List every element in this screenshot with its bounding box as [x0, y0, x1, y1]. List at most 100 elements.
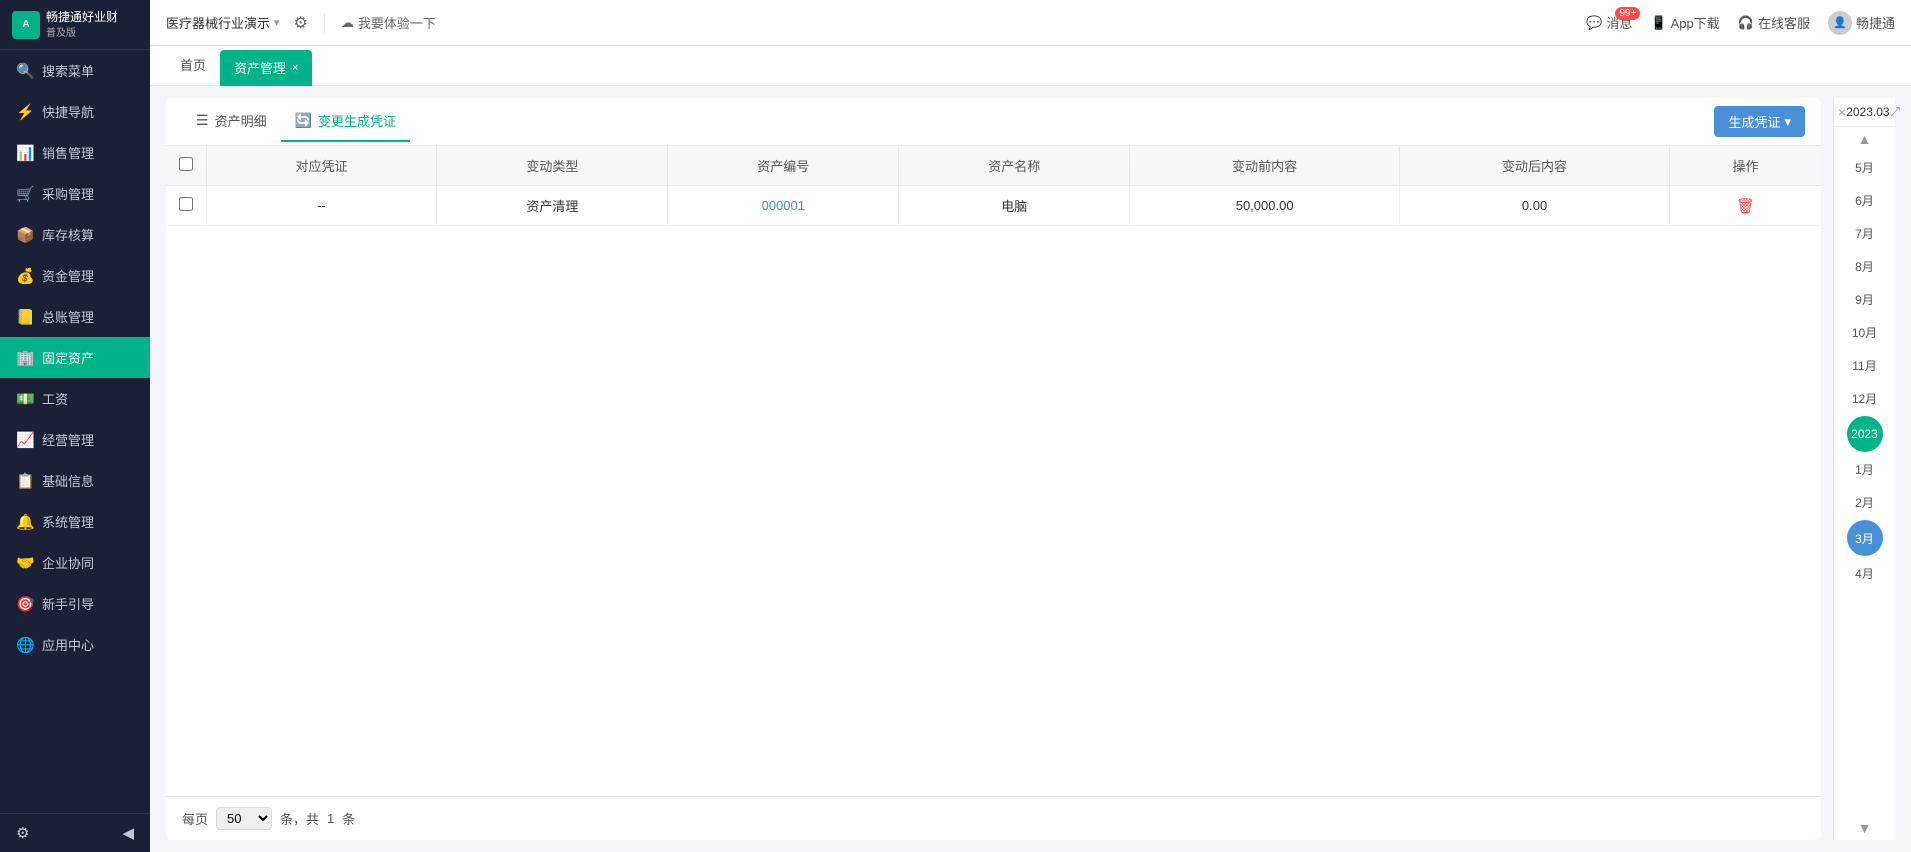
table-footer: 每页 10 20 50 100 条，共 1 条	[166, 796, 1821, 840]
table-container: 对应凭证 变动类型 资产编号 资产名称 变动前内容 变动后内容 操作 -- 资产…	[166, 146, 1821, 796]
header-after-change: 变动后内容	[1400, 146, 1670, 186]
tab-asset-detail[interactable]: ☰ 资产明细	[182, 101, 281, 142]
select-all-checkbox[interactable]	[179, 157, 193, 171]
sidebar-item-guide[interactable]: 🎯新手引导	[0, 583, 150, 624]
sidebar-item-sales[interactable]: 📊销售管理	[0, 132, 150, 173]
sidebar-icon-enterprise: 🤝	[16, 554, 34, 572]
topbar-divider	[324, 13, 325, 33]
sidebar-icon-quick-nav: ⚡	[16, 103, 34, 121]
topbar-right: 💬 消息 99+ 📱 App下载 🎧 在线客服 👤 畅捷通	[1586, 11, 1895, 35]
calendar-month-1月[interactable]: 1月	[1838, 454, 1891, 485]
sidebar-item-purchase[interactable]: 🛒采购管理	[0, 173, 150, 214]
calendar-month-10月[interactable]: 10月	[1838, 317, 1891, 348]
table-body: -- 资产清理 000001 电脑 50,000.00 0.00 🗑	[166, 186, 1821, 226]
tab-change-voucher[interactable]: 🔄 变更生成凭证	[281, 101, 410, 142]
calendar-month-3月[interactable]: 3月	[1847, 520, 1883, 556]
calendar-month-6月[interactable]: 6月	[1838, 185, 1891, 216]
sidebar-label-purchase: 采购管理	[42, 184, 94, 203]
collapse-icon[interactable]: ◀	[122, 824, 134, 842]
sub-tabs-row: ☰ 资产明细 🔄 变更生成凭证 生成凭证 ▾	[166, 98, 1821, 146]
calendar-month-8月[interactable]: 8月	[1838, 251, 1891, 282]
sidebar-item-app-center[interactable]: 🌐应用中心	[0, 624, 150, 665]
calendar-month-4月[interactable]: 4月	[1838, 558, 1891, 589]
sidebar-nav: 🔍搜索菜单 ⚡ 快捷导航 📊销售管理🛒采购管理📦库存核算 💰 资金管理 📒总账管理🏢固定资产…	[0, 50, 150, 813]
sidebar-item-inventory[interactable]: 📦库存核算	[0, 214, 150, 255]
per-page-label: 每页	[182, 809, 208, 828]
header-change-type: 变动类型	[437, 146, 668, 186]
row-operation: 🗑	[1670, 186, 1822, 226]
calendar-month-11月[interactable]: 11月	[1838, 350, 1891, 381]
messages-button[interactable]: 💬 消息 99+	[1586, 13, 1632, 32]
calendar-month-12月[interactable]: 12月	[1838, 383, 1891, 414]
sidebar-item-finance[interactable]: 💰 资金管理	[0, 255, 150, 296]
tab-close-icon[interactable]: ×	[292, 62, 298, 74]
sidebar-item-payroll[interactable]: 💵工资	[0, 378, 150, 419]
sidebar-icon-finance: 💰	[16, 267, 34, 285]
row-asset-code: 000001	[668, 186, 899, 226]
header-before-change: 变动前内容	[1130, 146, 1400, 186]
user-menu[interactable]: 👤 畅捷通	[1828, 11, 1895, 35]
sidebar-item-enterprise[interactable]: 🤝 企业协同	[0, 542, 150, 583]
row-asset-name: 电脑	[899, 186, 1130, 226]
experience-label: 我要体验一下	[358, 13, 436, 32]
sidebar-label-quick-nav: 快捷导航	[42, 102, 94, 121]
calendar-up-button[interactable]: ▲	[1858, 131, 1872, 147]
sidebar-item-operations[interactable]: 📈经营管理	[0, 419, 150, 460]
calendar-close-icon[interactable]: ×	[1838, 104, 1846, 120]
page-size-select[interactable]: 10 20 50 100	[216, 807, 272, 830]
sidebar-icon-sales: 📊	[16, 144, 34, 162]
app-download-button[interactable]: 📱 App下载	[1650, 13, 1719, 32]
sidebar-item-system[interactable]: 🔔系统管理	[0, 501, 150, 542]
calendar-month-5月[interactable]: 5月	[1838, 152, 1891, 183]
change-voucher-icon: 🔄	[295, 112, 312, 129]
header-operation: 操作	[1670, 146, 1822, 186]
user-label: 畅捷通	[1856, 13, 1895, 32]
sidebar-label-ledger: 总账管理	[42, 307, 94, 326]
calendar-month-7月[interactable]: 7月	[1838, 218, 1891, 249]
row-before-change: 50,000.00	[1130, 186, 1400, 226]
tab-home[interactable]: 首页	[166, 46, 220, 86]
generate-dropdown-icon: ▾	[1784, 114, 1791, 130]
calendar-month-9月[interactable]: 9月	[1838, 284, 1891, 315]
tab-asset-management[interactable]: 资产管理 ×	[220, 50, 312, 86]
calendar-panel: × 2023.03 ⤢ ▲ 5月6月7月8月9月10月11月12月20231月2…	[1833, 98, 1895, 840]
table-header-row: 对应凭证 变动类型 资产编号 资产名称 变动前内容 变动后内容 操作	[166, 146, 1821, 186]
calendar-expand-icon[interactable]: ⤢	[1890, 104, 1900, 120]
calendar-title: 2023.03	[1846, 105, 1889, 119]
sidebar-label-system: 系统管理	[42, 512, 94, 531]
generate-voucher-button[interactable]: 生成凭证 ▾	[1714, 106, 1805, 137]
main-card: ☰ 资产明细 🔄 变更生成凭证 生成凭证 ▾	[166, 98, 1821, 840]
delete-row-button[interactable]: 🗑	[1736, 197, 1755, 215]
customer-service-button[interactable]: 🎧 在线客服	[1738, 13, 1810, 32]
sidebar-label-fixed-assets: 固定资产	[42, 348, 94, 367]
row-change-type: 资产清理	[437, 186, 668, 226]
sidebar-icon-operations: 📈	[16, 431, 34, 449]
tabs-bar: 首页 资产管理 ×	[150, 46, 1911, 86]
sidebar-item-search-menu[interactable]: 🔍搜索菜单	[0, 50, 150, 91]
calendar-header: × 2023.03 ⤢	[1834, 98, 1895, 127]
change-voucher-label: 变更生成凭证	[318, 111, 396, 130]
logo-icon: A	[12, 11, 40, 39]
tab-home-label: 首页	[180, 55, 206, 74]
sidebar-item-basic-info[interactable]: 📋基础信息	[0, 460, 150, 501]
sidebar-icon-search-menu: 🔍	[16, 62, 34, 80]
experience-button[interactable]: ☁ 我要体验一下	[341, 13, 436, 32]
sidebar-item-fixed-assets[interactable]: 🏢固定资产	[0, 337, 150, 378]
sidebar-item-ledger[interactable]: 📒总账管理	[0, 296, 150, 337]
calendar-down-button[interactable]: ▼	[1858, 820, 1872, 836]
topbar-settings-icon[interactable]: ⚙	[294, 13, 308, 33]
sidebar-icon-app-center: 🌐	[16, 636, 34, 654]
company-dropdown-icon: ▾	[274, 16, 280, 29]
calendar-year-2023[interactable]: 2023	[1847, 416, 1883, 452]
table-row: -- 资产清理 000001 电脑 50,000.00 0.00 🗑	[166, 186, 1821, 226]
row-checkbox-0[interactable]	[179, 197, 193, 211]
company-selector[interactable]: 医疗器械行业演示 ▾	[166, 13, 280, 32]
calendar-month-2月[interactable]: 2月	[1838, 487, 1891, 518]
settings-icon[interactable]: ⚙	[16, 824, 29, 842]
sidebar-bottom: ⚙ ◀	[0, 813, 150, 852]
sidebar-label-finance: 资金管理	[42, 266, 94, 285]
sidebar-icon-guide: 🎯	[16, 595, 34, 613]
sidebar-label-enterprise: 企业协同	[42, 553, 94, 572]
asset-code-link[interactable]: 000001	[762, 198, 805, 213]
sidebar-item-quick-nav[interactable]: ⚡ 快捷导航	[0, 91, 150, 132]
